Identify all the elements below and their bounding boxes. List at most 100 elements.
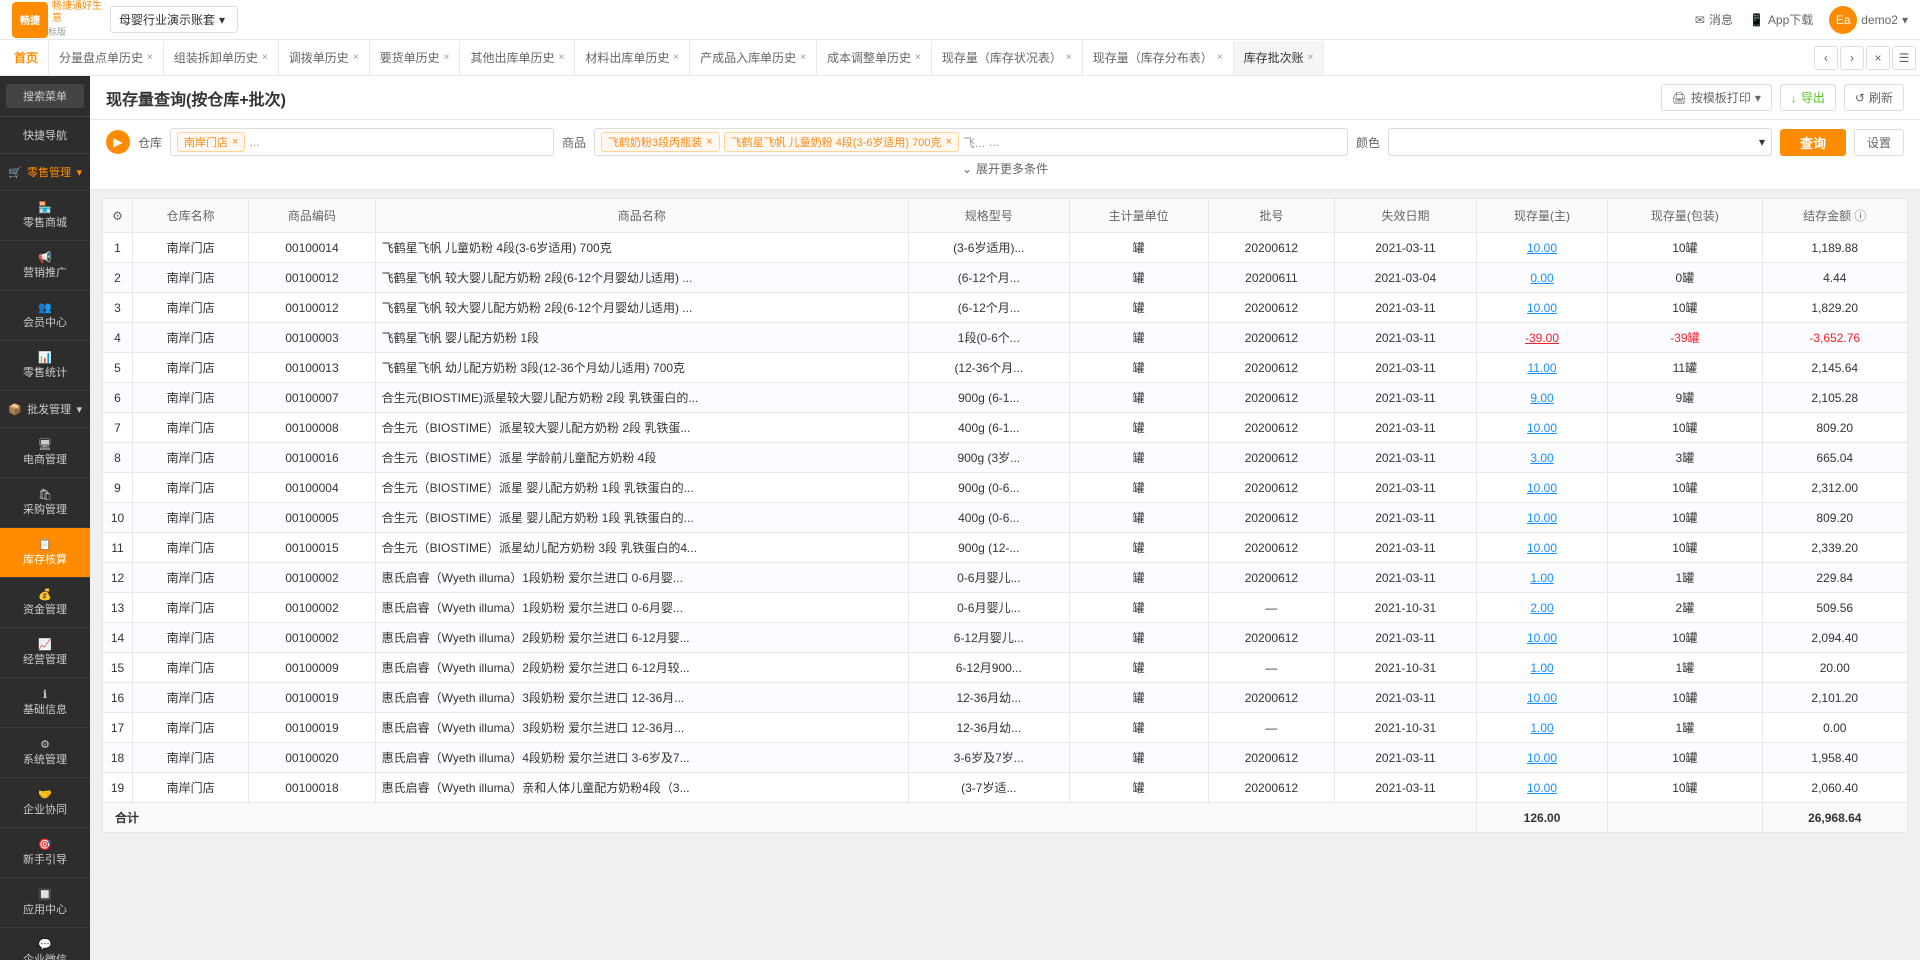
expand-more-btn[interactable]: ⌄ 展开更多条件 [106,156,1904,181]
tab-home[interactable]: 首页 [4,41,49,75]
th-settings[interactable]: ⚙ [103,199,133,233]
row-qty[interactable]: 1.00 [1476,563,1607,593]
sidebar-item-guide[interactable]: 🎯 新手引导 [0,828,90,878]
sidebar-item-collab[interactable]: 🤝 企业协同 [0,778,90,828]
close-icon[interactable]: × [1308,52,1314,63]
search-menu-btn[interactable]: 搜索菜单 [6,84,84,108]
row-warehouse: 南岸门店 [133,443,249,473]
row-batch: — [1208,653,1334,683]
row-qty[interactable]: 1.00 [1476,713,1607,743]
row-qty[interactable]: 1.00 [1476,653,1607,683]
print-btn[interactable]: 🖨 按模板打印 ▾ [1661,84,1772,111]
row-qty[interactable]: 0.00 [1476,263,1607,293]
tab-2[interactable]: 组装拆卸单历史 × [164,41,279,75]
product-tag-1-remove[interactable]: × [706,136,712,148]
close-icon[interactable]: × [1066,52,1072,63]
export-btn[interactable]: ↓ 导出 [1780,84,1836,111]
message-icon: ✉ [1695,13,1705,27]
chevron-down-icon: ▾ [1755,91,1761,105]
warehouse-filter-label: 仓库 [138,134,162,151]
tab-7[interactable]: 产成品入库单历史 × [690,41,817,75]
row-expire: 2021-03-11 [1335,473,1477,503]
app-download-btn[interactable]: 📱 App下载 [1749,11,1813,28]
product-filter-tags[interactable]: 飞鹤奶粉3段丙瓶装 × 飞鹤星飞帆 儿童奶粉 4段(3-6岁适用) 700克 ×… [594,128,1348,156]
nav-next-btn[interactable]: › [1840,46,1864,70]
total-qty: 126.00 [1476,803,1607,833]
close-icon[interactable]: × [147,52,153,63]
color-input[interactable] [1395,135,1755,149]
close-icon[interactable]: × [444,52,450,63]
row-qty[interactable]: 10.00 [1476,233,1607,263]
close-icon[interactable]: × [1217,52,1223,63]
quick-nav-btn[interactable]: 快捷导航 [6,123,84,147]
sidebar-item-wholesale[interactable]: 📦 批发管理 ▾ [0,391,90,428]
warehouse-filter-tags[interactable]: 南岸门店 × ... [170,128,554,156]
row-qty[interactable]: 10.00 [1476,293,1607,323]
tab-1[interactable]: 分量盘点单历史 × [49,41,164,75]
row-qty[interactable]: 10.00 [1476,773,1607,803]
close-icon[interactable]: × [353,52,359,63]
sidebar-item-marketing[interactable]: 📢 营销推广 [0,241,90,291]
row-qty[interactable]: 10.00 [1476,743,1607,773]
sidebar-item-finance[interactable]: 💰 资金管理 [0,578,90,628]
sidebar-item-retail-mgmt[interactable]: 🛒 零售管理 ▾ [0,154,90,191]
row-qty[interactable]: 3.00 [1476,443,1607,473]
row-qty[interactable]: 2.00 [1476,593,1607,623]
row-qty[interactable]: -39.00 [1476,323,1607,353]
sidebar-item-business[interactable]: 📈 经营管理 [0,628,90,678]
row-qty[interactable]: 10.00 [1476,413,1607,443]
nav-prev-btn[interactable]: ‹ [1814,46,1838,70]
tab-8[interactable]: 成本调整单历史 × [817,41,932,75]
row-name: 飞鹤星飞帆 儿童奶粉 4段(3-6岁适用) 700克 [375,233,908,263]
row-qty[interactable]: 9.00 [1476,383,1607,413]
warehouse-tag-remove[interactable]: × [232,136,238,148]
sidebar-item-system[interactable]: ⚙ 系统管理 [0,728,90,778]
settings-btn[interactable]: 设置 [1854,129,1904,156]
total-amount: 26,968.64 [1762,803,1907,833]
filter-expand-btn[interactable]: ▶ [106,130,130,154]
query-btn[interactable]: 查询 [1780,129,1846,156]
logo-text: 畅捷通好生意 [52,1,102,25]
close-icon[interactable]: × [262,52,268,63]
row-qty[interactable]: 10.00 [1476,533,1607,563]
sidebar-item-inventory[interactable]: 📋 库存核算 [0,528,90,578]
company-selector[interactable]: 母婴行业演示账套 ▾ [110,6,238,33]
color-filter-input[interactable]: ▾ [1388,128,1772,156]
tab-9[interactable]: 现存量（库存状况表） × [932,41,1083,75]
refresh-btn[interactable]: ↺ 刷新 [1844,84,1904,111]
row-qty[interactable]: 10.00 [1476,503,1607,533]
row-qty[interactable]: 11.00 [1476,353,1607,383]
tab-5[interactable]: 其他出库单历史 × [460,41,575,75]
close-icon[interactable]: × [800,52,806,63]
sidebar-item-retail-stats[interactable]: 📊 零售统计 [0,341,90,391]
close-icon[interactable]: × [558,52,564,63]
close-icon[interactable]: × [673,52,679,63]
tab-3[interactable]: 调拨单历史 × [279,41,370,75]
sidebar-item-member[interactable]: 👥 会员中心 [0,291,90,341]
nav-close-btn[interactable]: × [1866,46,1890,70]
sidebar-item-wechat[interactable]: 💬 企业微信 [0,928,90,960]
message-btn[interactable]: ✉ 消息 [1695,11,1733,28]
row-qty[interactable]: 10.00 [1476,473,1607,503]
row-spec: 900g (3岁... [908,443,1069,473]
sidebar-item-ecommerce[interactable]: 🖥 电商管理 [0,428,90,478]
row-unit: 罐 [1069,443,1208,473]
sidebar-item-purchase[interactable]: 🛍 采购管理 [0,478,90,528]
tab-6[interactable]: 材料出库单历史 × [575,41,690,75]
product-tag-2-remove[interactable]: × [945,136,951,148]
tab-10[interactable]: 现存量（库存分布表） × [1083,41,1234,75]
nav-menu-btn[interactable]: ☰ [1892,46,1916,70]
tab-11[interactable]: 库存批次账 × [1234,41,1325,75]
table-row: 5 南岸门店 00100013 飞鹤星飞帆 幼儿配方奶粉 3段(12-36个月幼… [103,353,1908,383]
row-code: 00100015 [249,533,375,563]
sidebar-item-basic-info[interactable]: ℹ 基础信息 [0,678,90,728]
sidebar-item-app-center[interactable]: 🔲 应用中心 [0,878,90,928]
row-qty[interactable]: 10.00 [1476,623,1607,653]
row-unit: 罐 [1069,533,1208,563]
row-qty[interactable]: 10.00 [1476,683,1607,713]
close-icon[interactable]: × [915,52,921,63]
tab-4[interactable]: 要货单历史 × [370,41,461,75]
sidebar-item-retail-mall[interactable]: 🏪 零售商城 [0,191,90,241]
row-spec: 900g (0-6... [908,473,1069,503]
user-menu[interactable]: Ea demo2 ▾ [1829,6,1908,34]
